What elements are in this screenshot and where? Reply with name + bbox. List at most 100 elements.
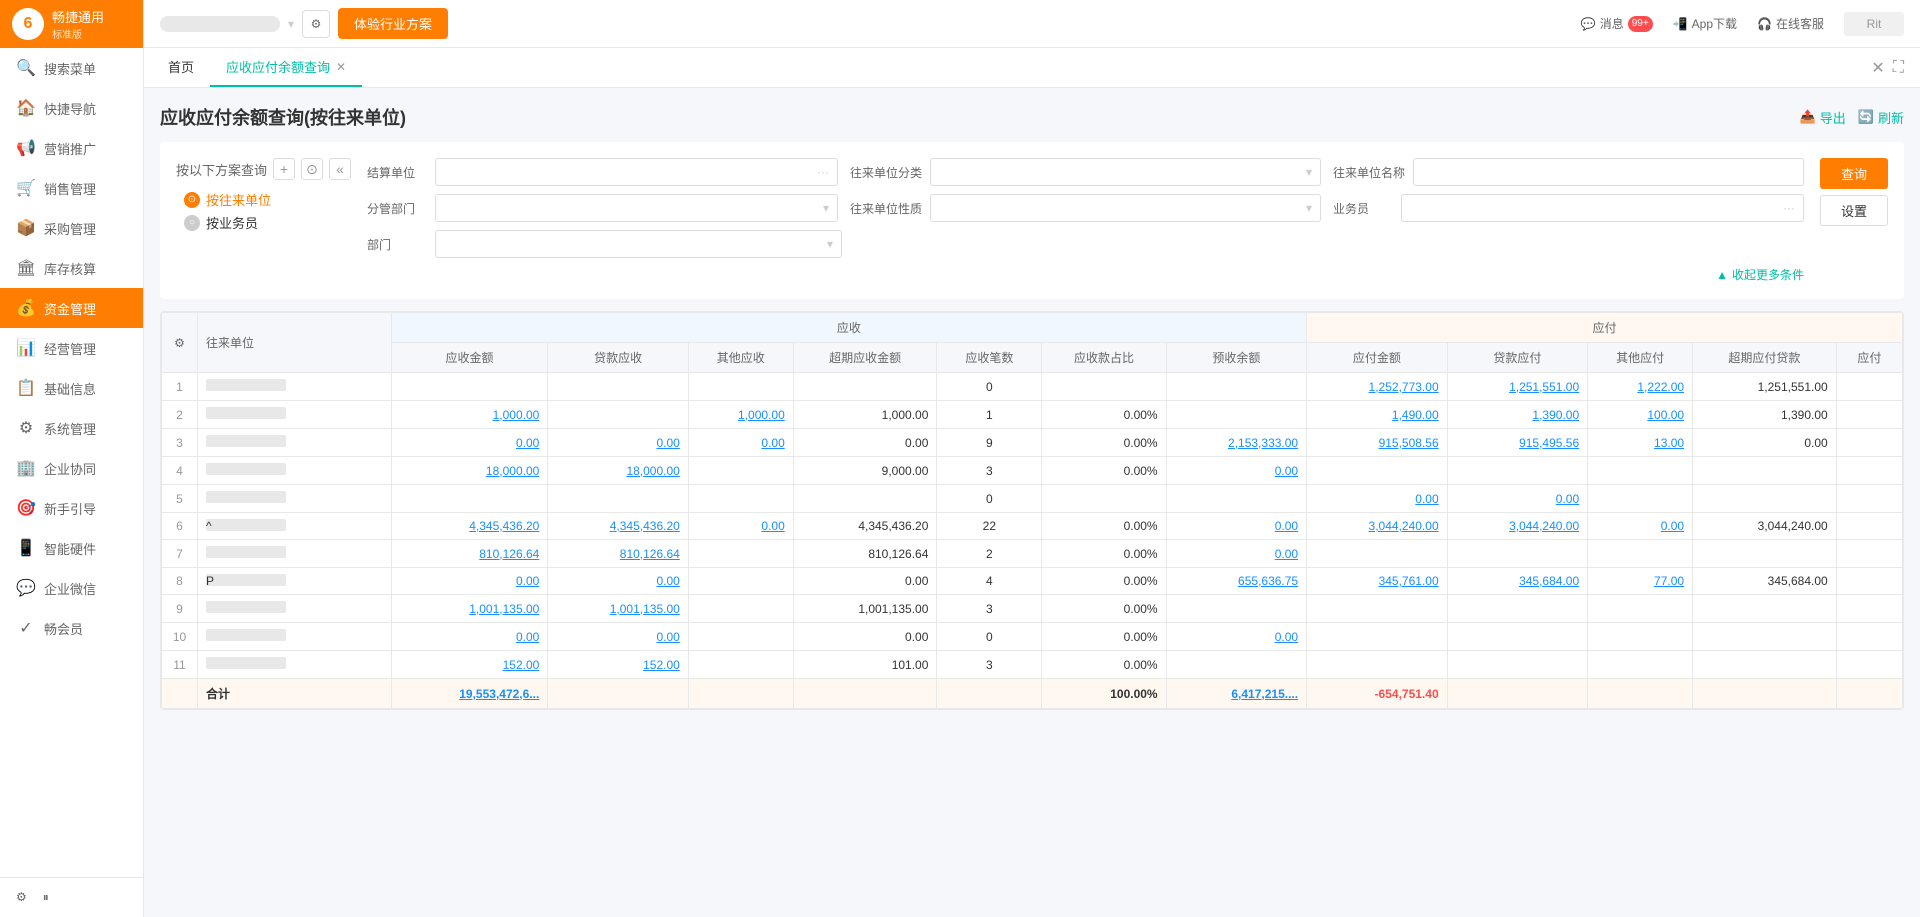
tab-bar-actions: ✕ ⛶ — [1871, 48, 1912, 87]
tab-home-label: 首页 — [168, 57, 194, 76]
header-right: 💬 消息 99+ 📲 App下载 🎧 在线客服 Rit — [1581, 12, 1904, 36]
search-fields-panel: 结算单位 ··· 往来单位分类 ▾ 往来单位名称 — [367, 158, 1804, 283]
enterprise-icon: 🏢 — [16, 458, 36, 478]
table-row: 2 1,000.001,000.001,000.0010.00%1,490.00… — [162, 401, 1903, 429]
page-actions: 📤 导出 🔄 刷新 — [1800, 108, 1904, 127]
dept-input[interactable]: ▾ — [435, 194, 838, 222]
tab-home[interactable]: 首页 — [152, 48, 210, 87]
search-action-buttons: 查询 设置 — [1820, 158, 1888, 283]
col-ap-last: 应付 — [1836, 343, 1902, 373]
partner-name-input[interactable] — [1413, 158, 1804, 186]
user-avatar[interactable]: Rit — [1844, 12, 1904, 36]
partner-name-label: 往来单位名称 — [1333, 164, 1405, 181]
scheme-item-salesperson[interactable]: ○ 按业务员 — [184, 213, 351, 232]
app-download-label: App下载 — [1692, 15, 1737, 32]
marketing-icon: 📢 — [16, 138, 36, 158]
sidebar-item-quick-nav[interactable]: 🏠 快捷导航 — [0, 88, 143, 128]
tab-close-all-icon[interactable]: ✕ — [1871, 58, 1884, 78]
settlement-unit-input[interactable]: ··· — [435, 158, 838, 186]
refresh-button[interactable]: 🔄 刷新 — [1858, 108, 1904, 127]
tab-expand-icon[interactable]: ⛶ — [1893, 59, 1904, 77]
sidebar-item-search-menu[interactable]: 🔍 搜索菜单 — [0, 48, 143, 88]
system-icon: ⚙ — [16, 418, 36, 438]
partner-name-cell — [198, 485, 392, 513]
row-num: 2 — [162, 401, 198, 429]
footer-ar-overdue — [793, 679, 937, 709]
sidebar-item-sales[interactable]: 🛒 销售管理 — [0, 168, 143, 208]
add-scheme-button[interactable]: + — [273, 158, 295, 180]
sidebar-item-enterprise[interactable]: 🏢 企业协同 — [0, 448, 143, 488]
salesperson-label: 业务员 — [1333, 200, 1393, 217]
partner-name-cell — [198, 540, 392, 568]
partner-nature-label: 往来单位性质 — [850, 200, 922, 217]
export-button[interactable]: 📤 导出 — [1800, 108, 1846, 127]
table-row: 3 0.000.000.000.0090.00%2,153,333.00915,… — [162, 429, 1903, 457]
col-partner-header: 往来单位 — [198, 313, 392, 373]
top-header: ▾ ⚙ 体验行业方案 💬 消息 99+ 📲 App下载 🎧 在线客服 Rit — [144, 0, 1920, 48]
field-settlement-unit: 结算单位 ··· — [367, 158, 838, 186]
col-group-ap-header: 应付 — [1307, 313, 1903, 343]
scheme-collapse-button[interactable]: « — [329, 158, 351, 180]
search-menu-icon: 🔍 — [16, 58, 36, 78]
sidebar-item-wechat[interactable]: 💬 企业微信 — [0, 568, 143, 608]
partner-nature-input[interactable]: ▾ — [930, 194, 1321, 222]
table-row: 9 1,001,135.001,001,135.001,001,135.0030… — [162, 595, 1903, 623]
field-department: 部门 ▾ — [367, 230, 842, 258]
sidebar-item-basic-info[interactable]: 📋 基础信息 — [0, 368, 143, 408]
user-name: Rit — [1867, 17, 1882, 31]
sidebar-item-smart-hw[interactable]: 📱 智能硬件 — [0, 528, 143, 568]
app-download-button[interactable]: 📲 App下载 — [1673, 15, 1737, 32]
sidebar-item-system[interactable]: ⚙ 系统管理 — [0, 408, 143, 448]
data-table-wrapper: ⚙ 往来单位 应收 应付 应收金额 贷款应收 其他应收 超期应收金额 应收笔数 … — [160, 311, 1904, 710]
guide-icon: 🎯 — [16, 498, 36, 518]
settings-bottom-icon[interactable]: ⚙ — [16, 890, 27, 905]
scheme-dot-partner: ⊙ — [184, 192, 200, 208]
online-service-button[interactable]: 🎧 在线客服 — [1757, 15, 1824, 32]
member-icon: ✓ — [16, 618, 36, 638]
scheme-settings-button[interactable]: ⊙ — [301, 158, 323, 180]
page-body: 应收应付余额查询(按往来单位) 📤 导出 🔄 刷新 按以下方案查询 — [144, 88, 1920, 917]
sidebar-item-inventory[interactable]: 🏛 库存核算 — [0, 248, 143, 288]
sidebar-item-guide[interactable]: 🎯 新手引导 — [0, 488, 143, 528]
sidebar-bottom: ⚙ ⏸ — [0, 877, 143, 917]
table-settings-icon[interactable]: ⚙ — [174, 336, 185, 350]
query-button[interactable]: 查询 — [1820, 158, 1888, 189]
footer-ap-last — [1836, 679, 1902, 709]
sidebar-item-finance[interactable]: 💰 资金管理 — [0, 288, 143, 328]
footer-ar-other — [688, 679, 793, 709]
trial-button[interactable]: 体验行业方案 — [338, 8, 448, 39]
department-input[interactable]: ▾ — [435, 230, 842, 258]
footer-ar-amount[interactable]: 19,553,472,6... — [391, 679, 548, 709]
dept-label: 分管部门 — [367, 200, 427, 217]
row-num: 3 — [162, 429, 198, 457]
col-ar-amount: 应收金额 — [391, 343, 548, 373]
tab-ar-ap[interactable]: 应收应付余额查询 ✕ — [210, 48, 362, 87]
collapse-sidebar-icon[interactable]: ⏸ — [43, 890, 49, 905]
partner-name-cell — [198, 651, 392, 679]
inventory-icon: 🏛 — [16, 258, 36, 278]
smart-hw-icon: 📱 — [16, 538, 36, 558]
sidebar-item-member[interactable]: ✓ 畅会员 — [0, 608, 143, 648]
salesperson-input[interactable]: ··· — [1401, 194, 1804, 222]
tab-ar-ap-label: 应收应付余额查询 — [226, 57, 330, 76]
footer-ar-prepay[interactable]: 6,417,215.... — [1166, 679, 1307, 709]
sidebar-logo: 6 畅捷通用 标准版 — [0, 0, 143, 48]
partner-category-input[interactable]: ▾ — [930, 158, 1321, 186]
collapse-button[interactable]: ▲ 收起更多条件 — [367, 266, 1804, 283]
breadcrumb-arrow: ▾ — [288, 17, 294, 31]
app-download-icon: 📲 — [1673, 17, 1688, 31]
message-button[interactable]: 💬 消息 99+ — [1581, 15, 1653, 32]
table-settings-header: ⚙ — [162, 313, 198, 373]
gear-button[interactable]: ⚙ — [302, 10, 330, 38]
set-button[interactable]: 设置 — [1820, 195, 1888, 226]
footer-ap-overdue — [1693, 679, 1837, 709]
scheme-item-partner[interactable]: ⊙ 按往来单位 — [184, 190, 351, 209]
tab-close-icon[interactable]: ✕ — [336, 60, 346, 74]
field-dept: 分管部门 ▾ — [367, 194, 838, 222]
footer-label: 合计 — [198, 679, 392, 709]
sidebar-item-business[interactable]: 📊 经营管理 — [0, 328, 143, 368]
col-ap-amount: 应付金额 — [1307, 343, 1448, 373]
sidebar-item-marketing[interactable]: 📢 营销推广 — [0, 128, 143, 168]
business-icon: 📊 — [16, 338, 36, 358]
sidebar-item-purchase[interactable]: 📦 采购管理 — [0, 208, 143, 248]
